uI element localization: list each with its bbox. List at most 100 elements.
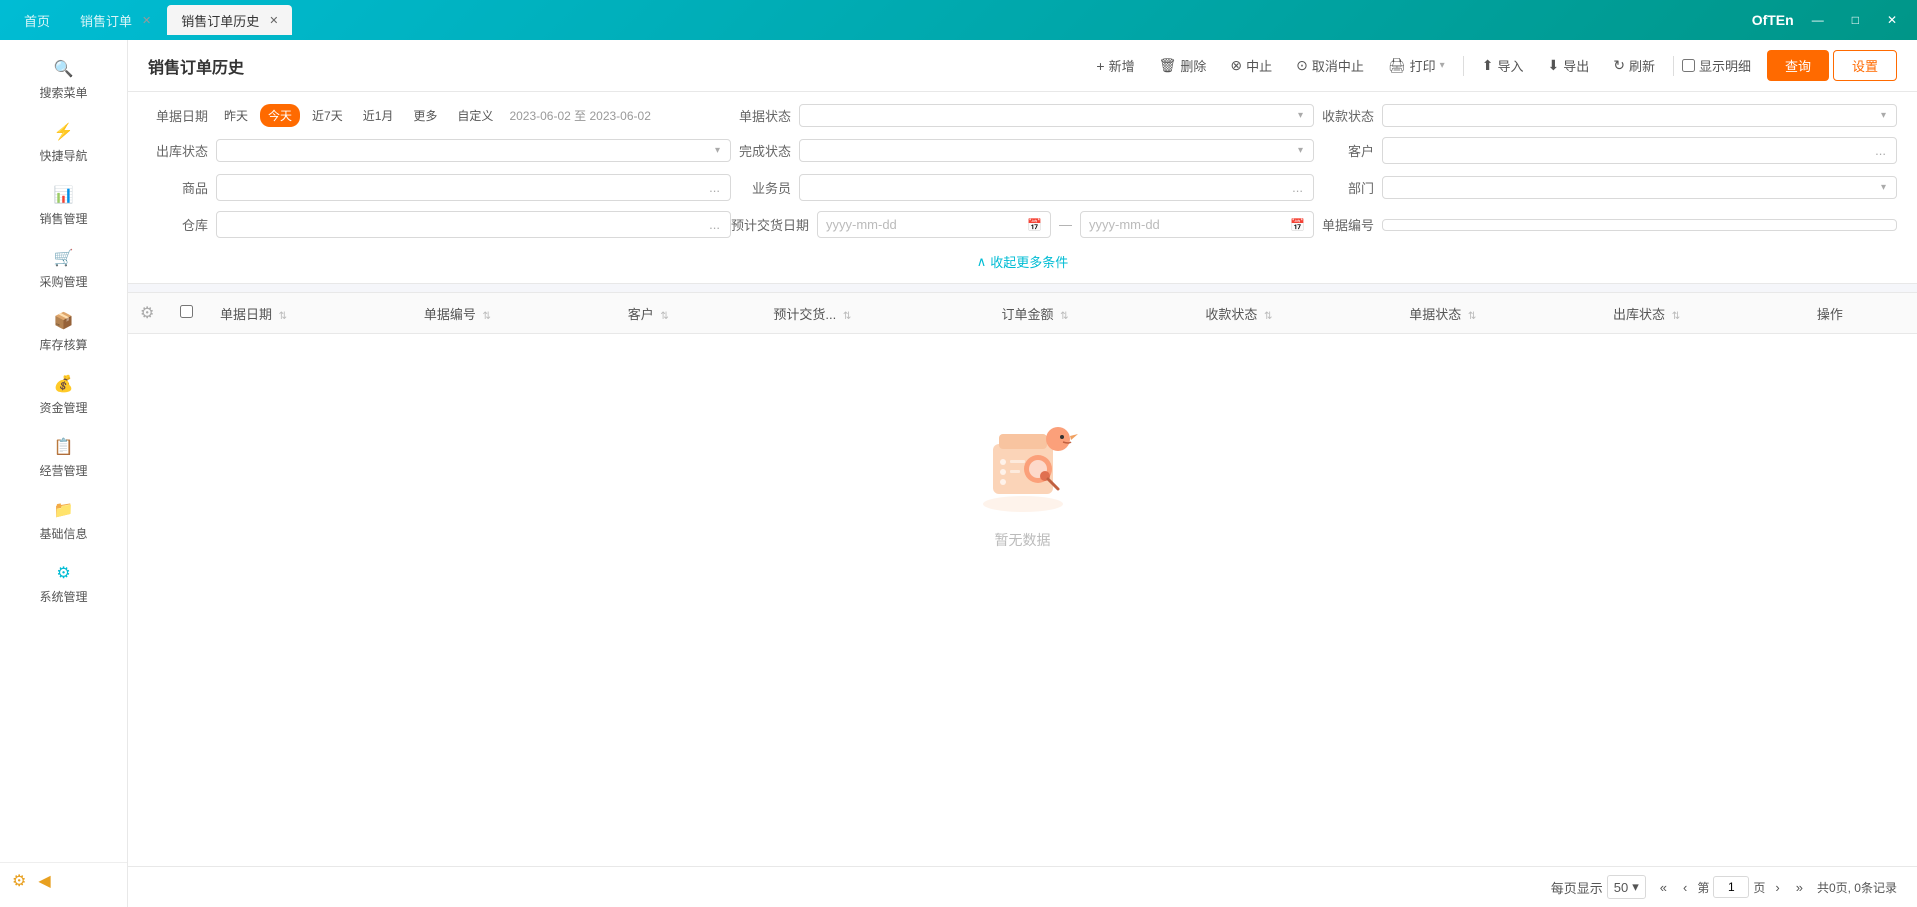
page-size-box[interactable]: 50 ▾	[1607, 875, 1646, 899]
customer-input[interactable]: ...	[1382, 137, 1897, 164]
goods-value: ...	[216, 174, 731, 201]
tab-sales-order[interactable]: 销售订单 ✕	[66, 5, 165, 35]
tab-sales-history[interactable]: 销售订单历史 ✕	[167, 5, 292, 35]
cancel-stop-button[interactable]: ⊙ 取消中止	[1286, 51, 1374, 80]
sidebar-item-search[interactable]: 🔍 搜索菜单	[0, 48, 127, 111]
close-btn[interactable]: ✕	[1877, 8, 1907, 32]
minimize-btn[interactable]: —	[1802, 8, 1834, 32]
out-status-select[interactable]: ▾	[216, 139, 731, 162]
print-label: 打印	[1410, 56, 1436, 75]
table-body: 暂无数据	[128, 334, 1917, 631]
payment-status-select[interactable]: ▾	[1382, 104, 1897, 127]
basic-icon: 📁	[53, 499, 75, 521]
select-all-checkbox[interactable]	[180, 305, 193, 318]
dept-chevron-icon: ▾	[1881, 182, 1886, 193]
delete-button[interactable]: 🗑 删除	[1149, 51, 1217, 80]
calendar-end-icon: 📅	[1290, 218, 1305, 232]
sort-out-icon[interactable]: ⇅	[1672, 311, 1680, 322]
out-chevron-icon: ▾	[715, 145, 720, 156]
sidebar-item-inventory[interactable]: 📦 库存核算	[0, 300, 127, 363]
delivery-start-input[interactable]: yyyy-mm-dd 📅	[817, 211, 1051, 238]
display-columns-label: 显示明细	[1699, 56, 1751, 75]
sort-doc-icon[interactable]: ⇅	[1468, 311, 1476, 322]
sidebar-item-sales[interactable]: 📊 销售管理	[0, 174, 127, 237]
filter-order-no: 单据编号	[1314, 215, 1897, 234]
sidebar: 🔍 搜索菜单 ⚡ 快捷导航 📊 销售管理 🛒 采购管理 📦 库存核算 💰 资金管…	[0, 40, 128, 907]
sort-order-icon[interactable]: ⇅	[483, 311, 491, 322]
payment-status-label: 收款状态	[1314, 106, 1374, 125]
settings-button[interactable]: 设置	[1833, 50, 1897, 81]
sidebar-item-operations[interactable]: 📋 经营管理	[0, 426, 127, 489]
date-tab-7days[interactable]: 近7天	[304, 104, 351, 127]
dept-select[interactable]: ▾	[1382, 176, 1897, 199]
sidebar-collapse-icon[interactable]: ◀	[38, 871, 50, 891]
sort-delivery-icon[interactable]: ⇅	[843, 311, 851, 322]
page-input[interactable]	[1713, 876, 1749, 898]
date-tab-more[interactable]: 更多	[405, 104, 445, 127]
order-no-input[interactable]	[1382, 219, 1897, 231]
goods-input[interactable]: ...	[216, 174, 731, 201]
complete-status-label: 完成状态	[731, 141, 791, 160]
salesperson-value: ...	[799, 174, 1314, 201]
main-layout: 🔍 搜索菜单 ⚡ 快捷导航 📊 销售管理 🛒 采购管理 📦 库存核算 💰 资金管…	[0, 40, 1917, 907]
th-checkbox	[168, 293, 208, 334]
date-tab-custom[interactable]: 自定义	[449, 104, 501, 127]
sidebar-item-purchase[interactable]: 🛒 采购管理	[0, 237, 127, 300]
window-controls: OfTEn — □ ✕	[1752, 8, 1907, 32]
next-page-btn[interactable]: ›	[1769, 877, 1785, 898]
date-tab-today[interactable]: 今天	[260, 104, 300, 127]
delivery-end-input[interactable]: yyyy-mm-dd 📅	[1080, 211, 1314, 238]
display-columns-input[interactable]	[1682, 59, 1695, 72]
table-settings-icon[interactable]: ⚙	[140, 305, 154, 322]
stop-button[interactable]: ⊗ 中止	[1220, 51, 1282, 80]
page-title: 销售订单历史	[148, 54, 244, 78]
sidebar-item-finance[interactable]: 💰 资金管理	[0, 363, 127, 426]
sort-amount-icon[interactable]: ⇅	[1060, 311, 1068, 322]
maximize-btn[interactable]: □	[1842, 8, 1869, 32]
query-button[interactable]: 查询	[1767, 50, 1829, 81]
sidebar-item-system[interactable]: ⚙ 系统管理	[0, 552, 127, 615]
sort-payment-icon[interactable]: ⇅	[1264, 311, 1272, 322]
salesperson-input[interactable]: ...	[799, 174, 1314, 201]
goods-label: 商品	[148, 178, 208, 197]
sidebar-search-label: 搜索菜单	[39, 84, 87, 101]
tab-sales-order-close[interactable]: ✕	[142, 14, 151, 27]
th-amount-label: 订单金额	[1001, 307, 1053, 322]
th-out-status: 出库状态 ⇅	[1601, 293, 1805, 334]
display-columns-checkbox[interactable]: 显示明细	[1682, 56, 1751, 75]
search-icon: 🔍	[53, 58, 75, 80]
date-tab-1month[interactable]: 近1月	[355, 104, 402, 127]
date-tab-yesterday[interactable]: 昨天	[216, 104, 256, 127]
prev-page-btn[interactable]: ‹	[1677, 877, 1693, 898]
sidebar-item-basic[interactable]: 📁 基础信息	[0, 489, 127, 552]
warehouse-dots[interactable]: ...	[709, 217, 720, 232]
filter-date: 单据日期 昨天 今天 近7天 近1月 更多 自定义 2023-06-02 至 2…	[148, 104, 731, 127]
complete-status-select[interactable]: ▾	[799, 139, 1314, 162]
add-button[interactable]: + 新增	[1086, 51, 1144, 80]
goods-dots[interactable]: ...	[709, 180, 720, 195]
add-label: 新增	[1109, 56, 1135, 75]
table-header-row: ⚙ 单据日期 ⇅ 单据编号 ⇅	[128, 293, 1917, 334]
first-page-btn[interactable]: «	[1654, 877, 1673, 898]
filter-warehouse: 仓库 ...	[148, 211, 731, 238]
salesperson-dots[interactable]: ...	[1292, 180, 1303, 195]
tab-sales-history-close[interactable]: ✕	[269, 14, 278, 27]
export-button[interactable]: ⬇ 导出	[1537, 51, 1599, 80]
import-button[interactable]: ⬆ 导入	[1472, 51, 1534, 80]
refresh-button[interactable]: ↻ 刷新	[1603, 51, 1665, 80]
customer-dots[interactable]: ...	[1875, 143, 1886, 158]
status-select[interactable]: ▾	[799, 104, 1314, 127]
tab-home[interactable]: 首页	[10, 5, 64, 35]
sort-date-icon[interactable]: ⇅	[279, 311, 287, 322]
sidebar-settings-icon[interactable]: ⚙	[12, 871, 26, 891]
last-page-btn[interactable]: »	[1790, 877, 1809, 898]
per-page-chevron: ▾	[1632, 879, 1639, 895]
print-button[interactable]: 🖨 打印 ▾	[1378, 51, 1455, 80]
warehouse-input[interactable]: ...	[216, 211, 731, 238]
th-action-label: 操作	[1817, 307, 1843, 322]
sidebar-item-quicknav[interactable]: ⚡ 快捷导航	[0, 111, 127, 174]
sort-customer-icon[interactable]: ⇅	[660, 311, 668, 322]
collapse-bar[interactable]: ∧ 收起更多条件	[148, 248, 1897, 271]
page-nav: « ‹ 第 页 › »	[1654, 876, 1809, 898]
print-icon: 🖨	[1388, 57, 1406, 74]
